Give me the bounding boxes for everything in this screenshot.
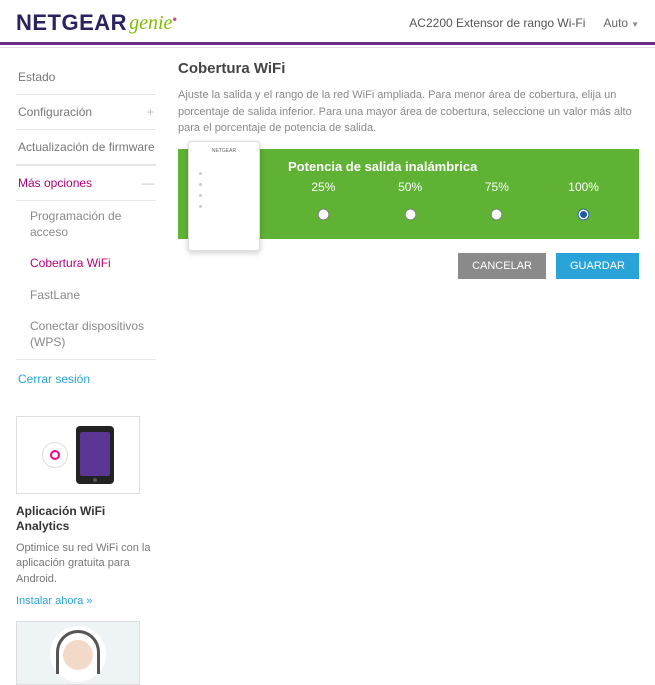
subnav-programacion[interactable]: Programación de acceso	[16, 201, 156, 248]
language-dropdown[interactable]: Auto▼	[603, 16, 639, 30]
chevron-down-icon: ▼	[631, 20, 639, 29]
radio-75[interactable]	[491, 208, 503, 220]
opt-100-label: 100%	[540, 180, 627, 194]
subnav-wps[interactable]: Conectar dispositivos (WPS)	[16, 311, 156, 358]
opt-25-label: 25%	[280, 180, 367, 194]
nav-firmware[interactable]: Actualización de firmware	[16, 130, 156, 165]
logo-genie: genie●	[129, 12, 177, 35]
main-content: Cobertura WiFi Ajuste la salida y el ran…	[156, 60, 639, 685]
button-row: CANCELAR GUARDAR	[178, 253, 639, 279]
extender-device-image: NETGEAR	[188, 141, 260, 251]
sidebar: Estado Configuración+ Actualización de f…	[16, 60, 156, 685]
minus-icon: —	[142, 176, 154, 190]
radio-50[interactable]	[404, 208, 416, 220]
power-options-labels: 25% 50% 75% 100%	[280, 180, 627, 194]
plus-icon: +	[147, 105, 154, 119]
subnav-cobertura[interactable]: Cobertura WiFi	[16, 248, 156, 280]
radio-25[interactable]	[318, 208, 330, 220]
promo-install-link[interactable]: Instalar ahora »	[16, 595, 156, 607]
nav-configuracion[interactable]: Configuración+	[16, 95, 156, 130]
app-icon	[42, 442, 68, 468]
nav-estado[interactable]: Estado	[16, 60, 156, 95]
support-image	[16, 621, 140, 685]
promo-analytics: Aplicación WiFi Analytics Optimice su re…	[16, 416, 156, 607]
promo-image	[16, 416, 140, 494]
page-description: Ajuste la salida y el rango de la red Wi…	[178, 87, 639, 137]
subnav: Programación de acceso Cobertura WiFi Fa…	[16, 201, 156, 360]
logout-link[interactable]: Cerrar sesión	[16, 360, 156, 394]
power-radio-row	[280, 208, 627, 224]
radio-100[interactable]	[578, 208, 590, 220]
header: NETGEAR genie● AC2200 Extensor de rango …	[0, 0, 655, 42]
cancel-button[interactable]: CANCELAR	[458, 253, 546, 279]
product-model: AC2200 Extensor de rango Wi-Fi	[409, 16, 585, 30]
opt-50-label: 50%	[367, 180, 454, 194]
phone-icon	[76, 426, 114, 484]
nav-mas-opciones[interactable]: Más opciones—	[16, 165, 156, 201]
logo-netgear: NETGEAR	[16, 10, 127, 36]
save-button[interactable]: GUARDAR	[556, 253, 639, 279]
coverage-panel: NETGEAR Potencia de salida inalámbrica 2…	[178, 149, 639, 239]
promo-title: Aplicación WiFi Analytics	[16, 504, 156, 535]
power-output-title: Potencia de salida inalámbrica	[280, 159, 627, 174]
page-title: Cobertura WiFi	[178, 60, 639, 77]
subnav-fastlane[interactable]: FastLane	[16, 280, 156, 312]
opt-75-label: 75%	[454, 180, 541, 194]
header-divider	[0, 42, 655, 45]
